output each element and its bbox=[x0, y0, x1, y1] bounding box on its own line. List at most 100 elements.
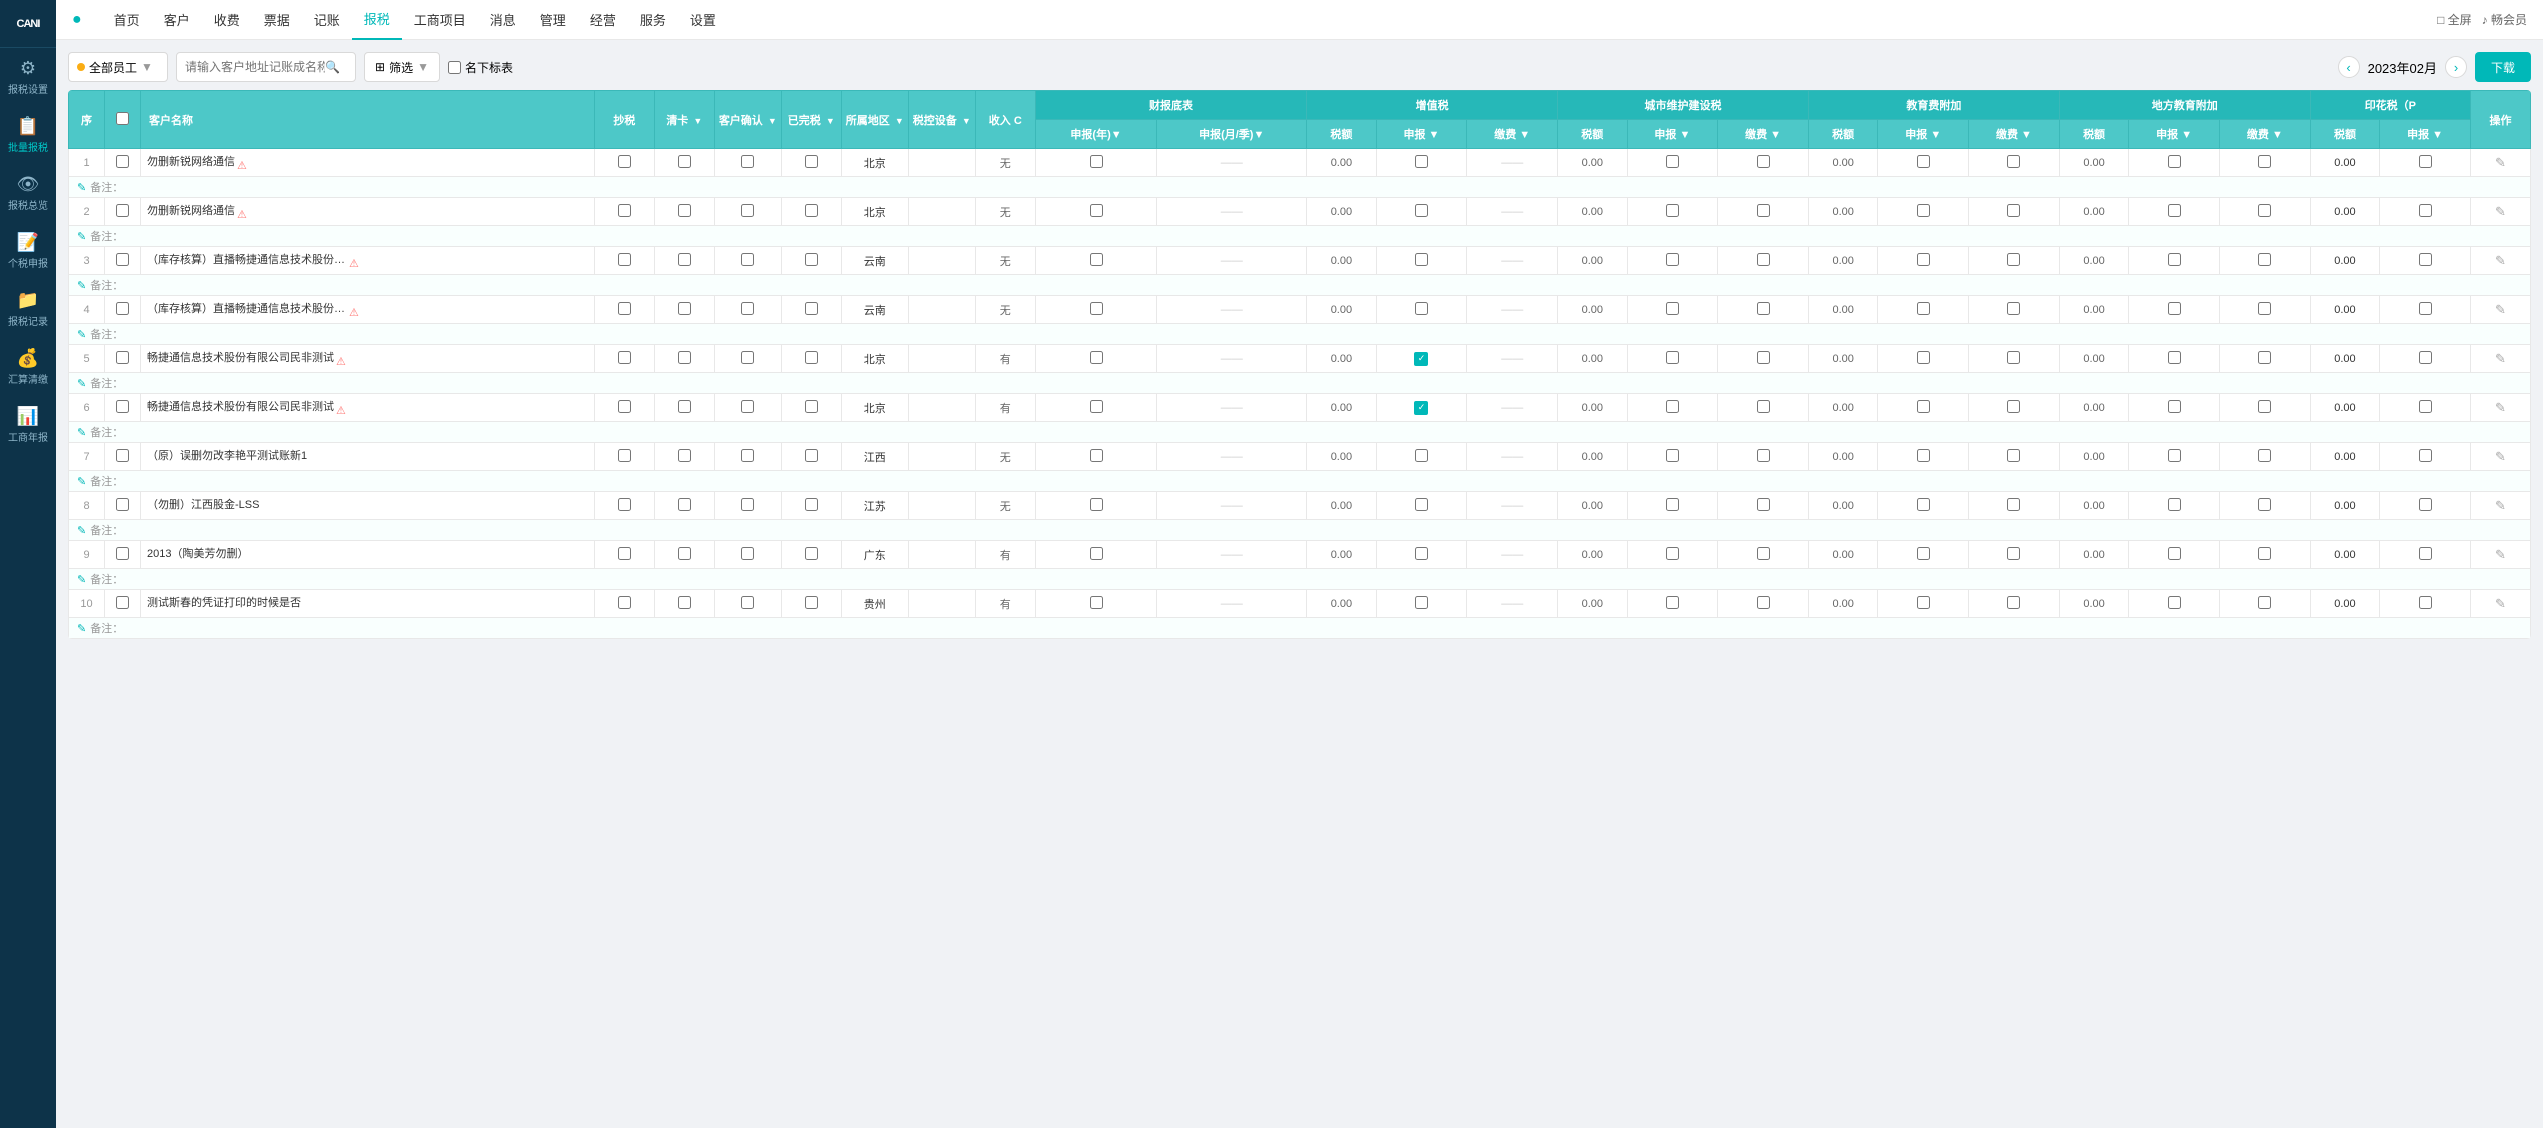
jy-pay-checkbox[interactable] bbox=[2007, 547, 2020, 560]
row-cs-apply[interactable] bbox=[1627, 394, 1718, 422]
row-jy-apply[interactable] bbox=[1878, 394, 1969, 422]
th-checkbox-all[interactable] bbox=[105, 91, 141, 149]
taxcopy-checkbox[interactable] bbox=[618, 547, 631, 560]
zz-apply-checkbox[interactable] bbox=[1415, 547, 1428, 560]
edit-remark-icon[interactable]: ✎ bbox=[77, 426, 86, 439]
row-checkbox-cell[interactable] bbox=[105, 296, 141, 324]
row-df-pay[interactable] bbox=[2220, 443, 2311, 471]
cs-pay-checkbox[interactable] bbox=[1757, 351, 1770, 364]
declared-checkbox[interactable] bbox=[805, 596, 818, 609]
cs-apply-checkbox[interactable] bbox=[1666, 547, 1679, 560]
cs-apply-checkbox[interactable] bbox=[1666, 302, 1679, 315]
nav-guanli[interactable]: 管理 bbox=[528, 0, 578, 40]
row-taxcopy[interactable] bbox=[594, 590, 654, 618]
row-zz-apply[interactable] bbox=[1376, 541, 1467, 569]
clearcard-checkbox[interactable] bbox=[678, 400, 691, 413]
row-df-apply[interactable] bbox=[2129, 394, 2220, 422]
df-apply-checkbox[interactable] bbox=[2168, 302, 2181, 315]
row-jy-pay[interactable] bbox=[1969, 443, 2060, 471]
zz-apply-checkbox[interactable] bbox=[1415, 155, 1428, 168]
jy-pay-checkbox[interactable] bbox=[2007, 204, 2020, 217]
edit-remark-icon[interactable]: ✎ bbox=[77, 622, 86, 635]
row-df-pay[interactable] bbox=[2220, 394, 2311, 422]
row-declared[interactable] bbox=[781, 590, 841, 618]
edit-icon[interactable]: ✎ bbox=[2495, 351, 2506, 366]
row-cs-pay[interactable] bbox=[1718, 296, 1809, 324]
row-df-apply[interactable] bbox=[2129, 443, 2220, 471]
sidebar-item-huisuan[interactable]: 💰 汇算清缴 bbox=[0, 338, 56, 396]
cs-apply-checkbox[interactable] bbox=[1666, 400, 1679, 413]
cs-pay-checkbox[interactable] bbox=[1757, 253, 1770, 266]
edit-icon[interactable]: ✎ bbox=[2495, 302, 2506, 317]
row-ownerconfirm[interactable] bbox=[714, 541, 781, 569]
row-df-apply[interactable] bbox=[2129, 345, 2220, 373]
row-yin-apply[interactable] bbox=[2380, 443, 2471, 471]
taxcopy-checkbox[interactable] bbox=[618, 449, 631, 462]
row-caiwu-year[interactable] bbox=[1035, 247, 1157, 275]
row-checkbox-cell[interactable] bbox=[105, 345, 141, 373]
row-yin-apply[interactable] bbox=[2380, 149, 2471, 177]
row-zz-apply[interactable] bbox=[1376, 198, 1467, 226]
declared-checkbox[interactable] bbox=[805, 498, 818, 511]
df-pay-checkbox[interactable] bbox=[2258, 547, 2271, 560]
row-edit[interactable]: ✎ bbox=[2471, 198, 2531, 226]
df-apply-checkbox[interactable] bbox=[2168, 449, 2181, 462]
row-clearcard[interactable] bbox=[654, 443, 714, 471]
edit-icon[interactable]: ✎ bbox=[2495, 204, 2506, 219]
row-df-pay[interactable] bbox=[2220, 149, 2311, 177]
row-jy-pay[interactable] bbox=[1969, 541, 2060, 569]
row-zz-apply[interactable] bbox=[1376, 590, 1467, 618]
nav-fuwu[interactable]: 服务 bbox=[628, 0, 678, 40]
edit-remark-icon[interactable]: ✎ bbox=[77, 230, 86, 243]
edit-remark-icon[interactable]: ✎ bbox=[77, 524, 86, 537]
df-apply-checkbox[interactable] bbox=[2168, 498, 2181, 511]
edit-icon[interactable]: ✎ bbox=[2495, 449, 2506, 464]
row-ownerconfirm[interactable] bbox=[714, 296, 781, 324]
row-yin-apply[interactable] bbox=[2380, 345, 2471, 373]
row-cs-pay[interactable] bbox=[1718, 149, 1809, 177]
jy-apply-checkbox[interactable] bbox=[1917, 596, 1930, 609]
caiwu-year-checkbox[interactable] bbox=[1090, 155, 1103, 168]
caiwu-year-checkbox[interactable] bbox=[1090, 253, 1103, 266]
row-df-apply[interactable] bbox=[2129, 247, 2220, 275]
yin-apply-checkbox[interactable] bbox=[2419, 498, 2432, 511]
nav-jingying[interactable]: 经营 bbox=[578, 0, 628, 40]
row-checkbox-cell[interactable] bbox=[105, 198, 141, 226]
row-checkbox[interactable] bbox=[116, 596, 129, 609]
ownerconfirm-checkbox[interactable] bbox=[741, 400, 754, 413]
row-ownerconfirm[interactable] bbox=[714, 345, 781, 373]
row-cs-pay[interactable] bbox=[1718, 247, 1809, 275]
row-jy-apply[interactable] bbox=[1878, 443, 1969, 471]
row-yin-apply[interactable] bbox=[2380, 541, 2471, 569]
row-df-apply[interactable] bbox=[2129, 149, 2220, 177]
row-caiwu-year[interactable] bbox=[1035, 443, 1157, 471]
row-zz-apply[interactable] bbox=[1376, 149, 1467, 177]
checkbox-label[interactable]: 名下标表 bbox=[448, 59, 513, 76]
cs-apply-checkbox[interactable] bbox=[1666, 596, 1679, 609]
row-cs-apply[interactable] bbox=[1627, 443, 1718, 471]
row-checkbox-cell[interactable] bbox=[105, 492, 141, 520]
nav-gongshang[interactable]: 工商项目 bbox=[402, 0, 478, 40]
row-ownerconfirm[interactable] bbox=[714, 247, 781, 275]
row-jy-apply[interactable] bbox=[1878, 149, 1969, 177]
cs-pay-checkbox[interactable] bbox=[1757, 400, 1770, 413]
sidebar-item-piliang[interactable]: 📋 批量报税 bbox=[0, 106, 56, 164]
clearcard-checkbox[interactable] bbox=[678, 547, 691, 560]
jy-pay-checkbox[interactable] bbox=[2007, 596, 2020, 609]
employee-filter[interactable]: 全部员工 ▼ bbox=[68, 52, 168, 82]
row-clearcard[interactable] bbox=[654, 198, 714, 226]
cs-pay-checkbox[interactable] bbox=[1757, 302, 1770, 315]
row-ownerconfirm[interactable] bbox=[714, 443, 781, 471]
df-pay-checkbox[interactable] bbox=[2258, 204, 2271, 217]
row-clearcard[interactable] bbox=[654, 541, 714, 569]
row-jy-pay[interactable] bbox=[1969, 492, 2060, 520]
row-jy-apply[interactable] bbox=[1878, 492, 1969, 520]
clearcard-checkbox[interactable] bbox=[678, 498, 691, 511]
sidebar-item-baoshuijilu[interactable]: 📁 报税记录 bbox=[0, 280, 56, 338]
nav-jizhang[interactable]: 记账 bbox=[302, 0, 352, 40]
zz-apply-checkbox[interactable] bbox=[1415, 596, 1428, 609]
yin-apply-checkbox[interactable] bbox=[2419, 253, 2432, 266]
caiwu-year-checkbox[interactable] bbox=[1090, 302, 1103, 315]
row-declared[interactable] bbox=[781, 247, 841, 275]
nav-customer[interactable]: 客户 bbox=[152, 0, 202, 40]
